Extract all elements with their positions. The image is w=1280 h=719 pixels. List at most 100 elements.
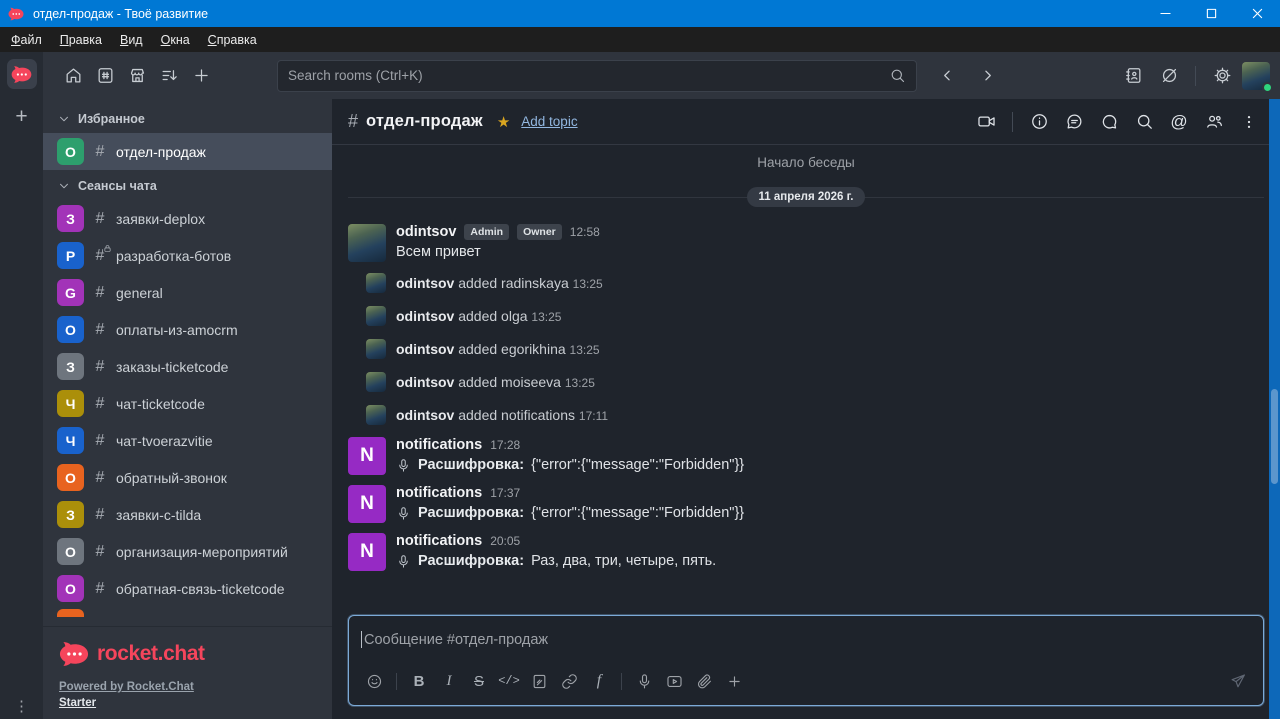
system-username[interactable]: odintsov xyxy=(396,308,454,324)
send-button[interactable] xyxy=(1223,667,1253,695)
kebab-menu-button[interactable] xyxy=(1234,107,1264,137)
powered-by-link[interactable]: Powered by Rocket.Chat xyxy=(59,681,316,693)
paperclip-icon xyxy=(697,674,711,688)
message-username[interactable]: notifications xyxy=(396,533,482,549)
menu-windows[interactable]: Окна xyxy=(152,30,199,50)
composer-plus-button[interactable] xyxy=(719,667,749,695)
smiley-icon xyxy=(367,674,381,688)
math-button[interactable]: f xyxy=(584,667,614,695)
bot-message[interactable]: N notifications 17:28 Расшифровка: {"erro… xyxy=(332,431,1280,479)
sidebar-item-zayavki-deplox[interactable]: З # заявки-deplox xyxy=(43,200,332,237)
sidebar-item-chat-tvoerazvitie[interactable]: Ч # чат-tvoerazvitie xyxy=(43,422,332,459)
search-rooms-box[interactable] xyxy=(277,59,917,92)
sidebar-item-razrabotka-botov[interactable]: P # разработка-ботов xyxy=(43,237,332,274)
settings-button[interactable] xyxy=(1206,60,1238,92)
microphone-emoji xyxy=(399,506,408,520)
sidebar-item-zayavki-s-tilda[interactable]: З # заявки-с-tilda xyxy=(43,496,332,533)
create-new-button[interactable] xyxy=(185,60,217,92)
plan-link[interactable]: Starter xyxy=(59,697,316,709)
composer-input[interactable]: Сообщение #отдел-продаж xyxy=(349,616,1263,661)
link-icon xyxy=(561,673,577,689)
channels-directory-button[interactable] xyxy=(89,60,121,92)
room-name: обратная-связь-ticketcode xyxy=(116,580,285,597)
italic-button[interactable]: I xyxy=(434,667,464,695)
system-username[interactable]: odintsov xyxy=(396,275,454,291)
mentions-button[interactable]: @ xyxy=(1164,107,1194,137)
link-button[interactable] xyxy=(554,667,584,695)
add-topic-link[interactable]: Add topic xyxy=(521,114,577,129)
nav-forward-button[interactable] xyxy=(971,60,1003,92)
code-block-button[interactable] xyxy=(524,667,554,695)
favorite-star-icon[interactable]: ★ xyxy=(497,113,510,131)
system-username[interactable]: odintsov xyxy=(396,407,454,423)
menu-file[interactable]: Файл xyxy=(2,30,51,50)
menu-view[interactable]: Вид xyxy=(111,30,152,50)
avatar-odintsov[interactable] xyxy=(348,224,386,262)
sidebar-item-obratnaya-svyaz-ticketcode[interactable]: О # обратная-связь-ticketcode xyxy=(43,570,332,607)
message-username[interactable]: odintsov xyxy=(396,224,456,240)
sidebar-item-organizaciya-meropriyatiy[interactable]: О # организация-мероприятий xyxy=(43,533,332,570)
bot-message[interactable]: N notifications 20:05 Расшифровка: Раз, д… xyxy=(332,527,1280,575)
add-server-button[interactable]: + xyxy=(15,106,27,127)
room-info-button[interactable] xyxy=(1024,107,1054,137)
transcript-label: Расшифровка: xyxy=(418,553,525,569)
room-name: чат-ticketcode xyxy=(116,395,205,412)
section-favorites[interactable]: Избранное xyxy=(43,103,332,133)
search-messages-button[interactable] xyxy=(1129,107,1159,137)
message[interactable]: odintsov Admin Owner 12:58 Всем привет xyxy=(332,218,1280,266)
server-strip: + ⋮ xyxy=(0,52,43,719)
maximize-button[interactable] xyxy=(1188,0,1234,27)
section-chat-sessions[interactable]: Сеансы чата xyxy=(43,170,332,200)
server-rocketchat[interactable] xyxy=(6,59,37,89)
members-button[interactable] xyxy=(1199,107,1229,137)
sidebar-item-obratny-zvonok[interactable]: О # обратный-звонок xyxy=(43,459,332,496)
nav-back-button[interactable] xyxy=(931,60,963,92)
system-time: 13:25 xyxy=(569,343,600,357)
audio-message-button[interactable] xyxy=(629,667,659,695)
minimize-button[interactable] xyxy=(1142,0,1188,27)
compose-disabled-button[interactable] xyxy=(1153,60,1185,92)
message-composer[interactable]: Сообщение #отдел-продаж B I S </> f xyxy=(348,615,1264,706)
video-call-button[interactable] xyxy=(971,107,1001,137)
message-username[interactable]: notifications xyxy=(396,437,482,453)
bot-message[interactable]: N notifications 17:37 Расшифровка: {"erro… xyxy=(332,479,1280,527)
system-username[interactable]: odintsov xyxy=(396,341,454,357)
contacts-book-icon xyxy=(1125,68,1140,83)
sidebar-item-chat-ticketcode[interactable]: Ч # чат-ticketcode xyxy=(43,385,332,422)
sidebar-item-oplaty-iz-amocrm[interactable]: О # оплаты-из-amocrm xyxy=(43,311,332,348)
channel-name[interactable]: отдел-продаж xyxy=(366,112,483,131)
rocketchat-server-icon xyxy=(11,65,32,83)
room-name: заявки-deplox xyxy=(116,210,206,227)
bold-button[interactable]: B xyxy=(404,667,434,695)
menu-edit[interactable]: Правка xyxy=(51,30,111,50)
threads-button[interactable] xyxy=(1059,107,1089,137)
avatar-notifications[interactable]: N xyxy=(348,485,386,523)
sidebar-item-otdel-prodazh[interactable]: О # отдел-продаж xyxy=(43,133,332,170)
message-username[interactable]: notifications xyxy=(396,485,482,501)
search-rooms-input[interactable] xyxy=(288,68,889,83)
sidebar-item-general[interactable]: G # general xyxy=(43,274,332,311)
chevron-right-icon xyxy=(984,70,991,81)
sort-button[interactable] xyxy=(153,60,185,92)
transcript-text: Раз, два, три, четыре, пять. xyxy=(531,553,717,569)
marketplace-button[interactable] xyxy=(121,60,153,92)
home-button[interactable] xyxy=(57,60,89,92)
menu-help[interactable]: Справка xyxy=(199,30,266,50)
inline-code-button[interactable]: </> xyxy=(494,667,524,695)
contacts-directory-button[interactable] xyxy=(1117,60,1149,92)
emoji-button[interactable] xyxy=(359,667,389,695)
strike-button[interactable]: S xyxy=(464,667,494,695)
sidebar-item-zakazy-ticketcode[interactable]: З # заказы-ticketcode xyxy=(43,348,332,385)
avatar-notifications[interactable]: N xyxy=(348,437,386,475)
avatar-notifications[interactable]: N xyxy=(348,533,386,571)
system-time: 13:25 xyxy=(531,310,562,324)
video-message-button[interactable] xyxy=(659,667,689,695)
gear-icon xyxy=(1214,67,1230,84)
system-username[interactable]: odintsov xyxy=(396,374,454,390)
user-avatar[interactable] xyxy=(1242,61,1273,93)
system-time: 13:25 xyxy=(572,277,603,291)
attach-file-button[interactable] xyxy=(689,667,719,695)
close-button[interactable] xyxy=(1234,0,1280,27)
discussions-button[interactable] xyxy=(1094,107,1124,137)
strip-kebab-icon[interactable]: ⋮ xyxy=(14,697,29,715)
